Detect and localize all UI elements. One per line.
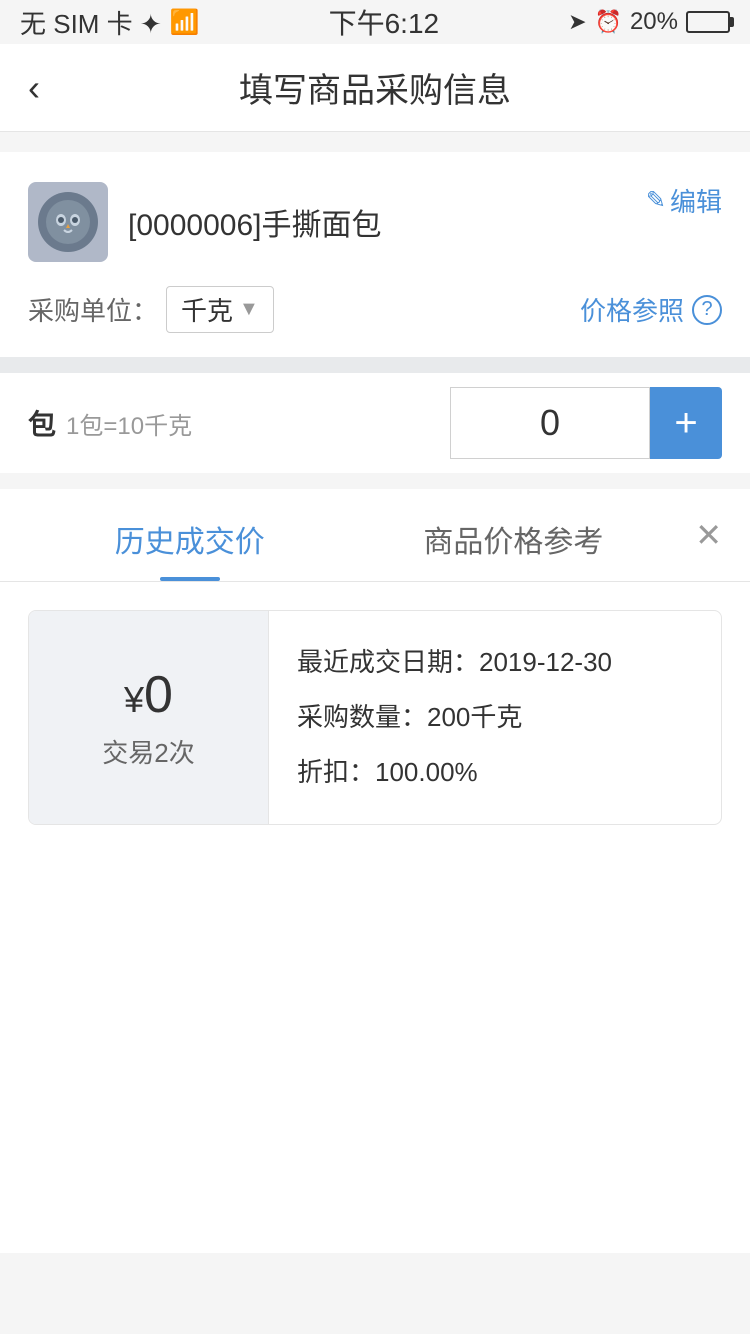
status-bar: 无 SIM 卡 ✦ 📶 下午6:12 ➤ ⏰ 20% bbox=[0, 0, 750, 44]
history-card: ¥0 交易2次 最近成交日期：2019-12-30 采购数量：200千克 折扣：… bbox=[28, 610, 722, 825]
unit-label: 采购单位： 千克 ▼ bbox=[28, 286, 274, 333]
bottom-white-area bbox=[0, 853, 750, 1253]
status-left: 无 SIM 卡 ✦ 📶 bbox=[20, 4, 200, 41]
edit-icon: ✎ bbox=[646, 186, 666, 215]
recent-date-value: 2019-12-30 bbox=[479, 647, 612, 677]
tab-close-button[interactable]: ✕ bbox=[675, 499, 722, 571]
yen-sign: ¥ bbox=[124, 679, 144, 720]
product-name: [0000006]手撕面包 bbox=[128, 200, 381, 244]
price-value: 0 bbox=[144, 666, 173, 724]
discount-label: 折扣： bbox=[297, 757, 375, 787]
discount-row: 折扣：100.00% bbox=[297, 753, 693, 792]
unit-label-text: 采购单位： bbox=[28, 291, 158, 328]
price-ref-button[interactable]: 价格参照 ? bbox=[580, 291, 722, 328]
price-ref-help-icon: ? bbox=[692, 295, 722, 325]
unit-ratio: 1包=10千克 bbox=[66, 406, 192, 441]
unit-dropdown-arrow: ▼ bbox=[239, 298, 259, 321]
edit-button[interactable]: ✎ 编辑 bbox=[646, 182, 722, 219]
back-icon: ‹ bbox=[28, 67, 40, 108]
quantity-input[interactable] bbox=[450, 387, 650, 459]
nav-bar: ‹ 填写商品采购信息 bbox=[0, 44, 750, 132]
wifi-icon: 📶 bbox=[170, 8, 200, 37]
unit-select[interactable]: 千克 ▼ bbox=[166, 286, 274, 333]
tab-product-price-label: 商品价格参考 bbox=[423, 526, 603, 559]
tab-product-price-ref[interactable]: 商品价格参考 bbox=[352, 489, 676, 581]
status-time: 下午6:12 bbox=[329, 2, 440, 42]
battery-icon bbox=[686, 11, 730, 33]
history-price: ¥0 bbox=[124, 665, 173, 725]
plus-icon: + bbox=[674, 401, 697, 446]
location-icon: ➤ bbox=[568, 9, 586, 35]
edit-label: 编辑 bbox=[670, 182, 722, 219]
product-unit-row: 采购单位： 千克 ▼ 价格参照 ? bbox=[28, 286, 722, 333]
purchase-qty-row: 采购数量：200千克 bbox=[297, 698, 693, 737]
price-ref-label: 价格参照 bbox=[580, 291, 684, 328]
unit-value: 千克 bbox=[181, 291, 233, 328]
purchase-qty-label: 采购数量： bbox=[297, 702, 427, 732]
history-right: 最近成交日期：2019-12-30 采购数量：200千克 折扣：100.00% bbox=[269, 611, 721, 824]
page-title: 填写商品采购信息 bbox=[239, 63, 511, 112]
quantity-control: + bbox=[450, 387, 722, 459]
product-logo bbox=[38, 192, 98, 252]
battery-percent: 20% bbox=[630, 8, 678, 36]
unit-info: 包 1包=10千克 bbox=[28, 403, 192, 443]
section-divider bbox=[0, 357, 750, 373]
product-thumbnail bbox=[28, 182, 108, 262]
transaction-count: 交易2次 bbox=[102, 733, 194, 770]
history-content: ¥0 交易2次 最近成交日期：2019-12-30 采购数量：200千克 折扣：… bbox=[0, 582, 750, 853]
tabs-header: 历史成交价 商品价格参考 ✕ bbox=[0, 489, 750, 582]
sim-label: 无 SIM 卡 ✦ bbox=[20, 4, 162, 41]
tab-history-price[interactable]: 历史成交价 bbox=[28, 489, 352, 581]
unit-badge: 包 bbox=[28, 403, 56, 443]
tabs-panel: 历史成交价 商品价格参考 ✕ ¥0 交易2次 最近成交日期：2019-12-30… bbox=[0, 489, 750, 853]
alarm-icon: ⏰ bbox=[595, 9, 622, 35]
quantity-plus-button[interactable]: + bbox=[650, 387, 722, 459]
back-button[interactable]: ‹ bbox=[28, 67, 40, 109]
status-right: ➤ ⏰ 20% bbox=[568, 8, 730, 36]
discount-value: 100.00% bbox=[375, 757, 478, 787]
history-left: ¥0 交易2次 bbox=[29, 611, 269, 824]
purchase-qty-value: 200千克 bbox=[427, 702, 522, 732]
quantity-row: 包 1包=10千克 + bbox=[0, 373, 750, 473]
product-left: [0000006]手撕面包 bbox=[28, 182, 381, 262]
product-header: [0000006]手撕面包 ✎ 编辑 bbox=[28, 182, 722, 262]
tab-history-label: 历史成交价 bbox=[115, 526, 265, 559]
recent-date-row: 最近成交日期：2019-12-30 bbox=[297, 643, 693, 682]
product-card: [0000006]手撕面包 ✎ 编辑 采购单位： 千克 ▼ 价格参照 ? bbox=[0, 152, 750, 357]
recent-date-label: 最近成交日期： bbox=[297, 647, 479, 677]
